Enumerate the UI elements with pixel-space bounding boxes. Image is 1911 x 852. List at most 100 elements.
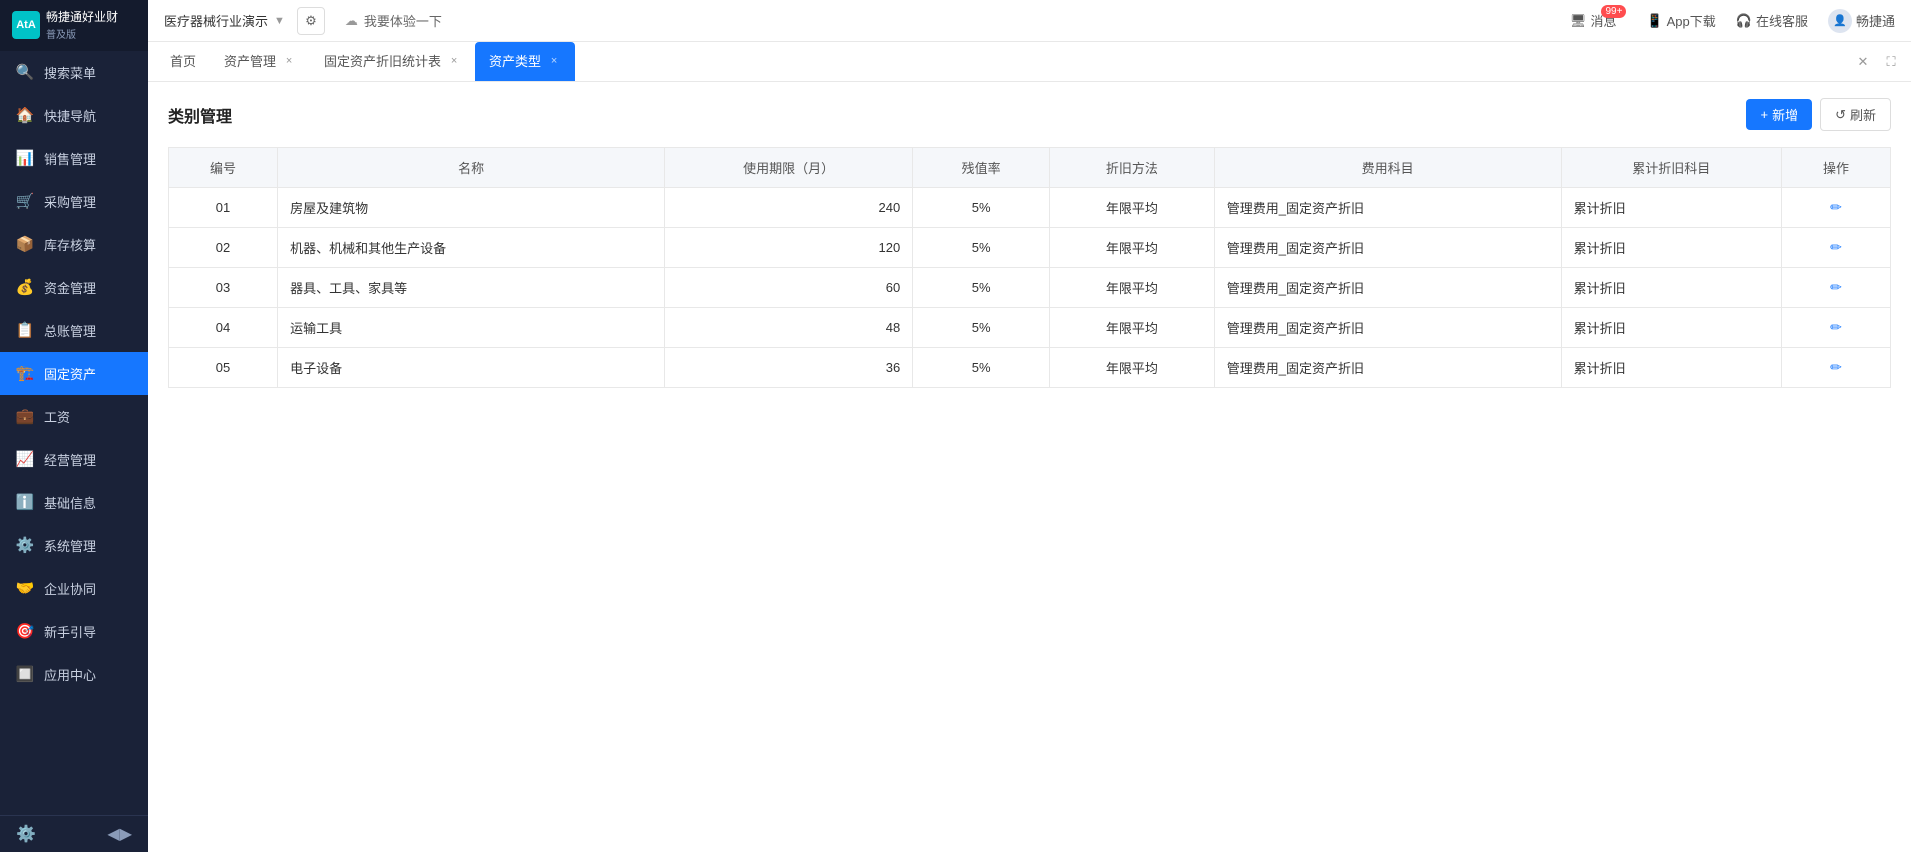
cell-expense: 管理费用_固定资产折旧 (1214, 268, 1561, 308)
sidebar-item-search[interactable]: 🔍 搜索菜单 (0, 51, 148, 94)
edit-icon[interactable]: ✏ (1830, 279, 1842, 295)
refresh-icon: ↺ (1835, 107, 1846, 123)
col-period: 使用期限（月） (665, 148, 913, 188)
sidebar: AtA 畅捷通好业财 普及版 🔍 搜索菜单 🏠 快捷导航 📊 销售管理 🛒 采购… (0, 0, 148, 852)
online-service-button[interactable]: 🎧 在线客服 (1736, 11, 1808, 30)
tab-home[interactable]: 首页 (156, 42, 210, 81)
table-body: 01 房屋及建筑物 240 5% 年限平均 管理费用_固定资产折旧 累计折旧 ✏… (169, 188, 1891, 388)
sidebar-item-collab[interactable]: 🤝 企业协同 (0, 567, 148, 610)
topbar-right: 🖥 消息 99+ 📱 App下载 🎧 在线客服 👤 畅捷通 (1570, 9, 1895, 33)
sidebar-item-inventory[interactable]: 📦 库存核算 (0, 223, 148, 266)
operations-icon: 📈 (16, 450, 34, 468)
cell-period: 36 (665, 348, 913, 388)
table-row: 02 机器、机械和其他生产设备 120 5% 年限平均 管理费用_固定资产折旧 … (169, 228, 1891, 268)
edit-icon[interactable]: ✏ (1830, 239, 1842, 255)
sidebar-item-sales[interactable]: 📊 销售管理 (0, 137, 148, 180)
cell-residual: 5% (913, 348, 1050, 388)
tab-depreciation-close[interactable]: × (447, 54, 461, 68)
cell-action: ✏ (1781, 268, 1890, 308)
app-name: 畅捷通好业财 (46, 10, 118, 26)
close-tab-button[interactable]: ✕ (1851, 50, 1875, 74)
sidebar-item-label: 基础信息 (44, 493, 96, 512)
cell-method: 年限平均 (1050, 268, 1215, 308)
cell-method: 年限平均 (1050, 228, 1215, 268)
sidebar-item-label: 经营管理 (44, 450, 96, 469)
cell-period: 120 (665, 228, 913, 268)
plus-icon: + (1760, 107, 1768, 122)
edit-icon[interactable]: ✏ (1830, 199, 1842, 215)
sidebar-item-app-center[interactable]: 🔲 应用中心 (0, 653, 148, 696)
tip-button[interactable]: ☁ 我要体验一下 (345, 11, 442, 30)
tab-asset-management-label: 资产管理 (224, 51, 276, 70)
sidebar-item-label: 快捷导航 (44, 106, 96, 125)
ledger-icon: 📋 (16, 321, 34, 339)
sidebar-item-fixed-assets[interactable]: 🏗️ 固定资产 (0, 352, 148, 395)
tab-asset-management-close[interactable]: × (282, 54, 296, 68)
sidebar-item-finance[interactable]: 💰 资金管理 (0, 266, 148, 309)
sidebar-item-label: 新手引导 (44, 622, 96, 641)
refresh-button[interactable]: ↺ 刷新 (1820, 98, 1891, 131)
sidebar-item-quicknav[interactable]: 🏠 快捷导航 (0, 94, 148, 137)
search-icon: 🔍 (16, 63, 34, 81)
tab-asset-type-close[interactable]: × (547, 54, 561, 68)
home-icon: 🏠 (16, 106, 34, 124)
new-button[interactable]: + 新增 (1746, 99, 1812, 130)
sidebar-item-label: 销售管理 (44, 149, 96, 168)
edit-icon[interactable]: ✏ (1830, 359, 1842, 375)
col-name: 名称 (278, 148, 665, 188)
sidebar-item-basic-info[interactable]: ℹ️ 基础信息 (0, 481, 148, 524)
edit-icon[interactable]: ✏ (1830, 319, 1842, 335)
sidebar-item-label: 库存核算 (44, 235, 96, 254)
tab-asset-type[interactable]: 资产类型 × (475, 42, 575, 81)
sidebar-logo: AtA 畅捷通好业财 普及版 (0, 0, 148, 51)
cell-accumulated: 累计折旧 (1561, 308, 1781, 348)
cell-residual: 5% (913, 308, 1050, 348)
col-accumulated: 累计折旧科目 (1561, 148, 1781, 188)
cell-expense: 管理费用_固定资产折旧 (1214, 308, 1561, 348)
cell-method: 年限平均 (1050, 188, 1215, 228)
online-service-label: 在线客服 (1756, 11, 1808, 30)
notifications-button[interactable]: 🖥 消息 99+ (1570, 11, 1617, 30)
tab-asset-type-label: 资产类型 (489, 51, 541, 70)
module-arrow-icon: ▼ (274, 15, 285, 27)
col-expense: 费用科目 (1214, 148, 1561, 188)
expand-tab-button[interactable]: ⛶ (1879, 50, 1903, 74)
app-download-label: App下载 (1667, 11, 1716, 30)
tab-asset-management[interactable]: 资产管理 × (210, 42, 310, 81)
cell-name: 器具、工具、家具等 (278, 268, 665, 308)
new-button-label: 新增 (1772, 105, 1798, 124)
sidebar-item-system[interactable]: ⚙️ 系统管理 (0, 524, 148, 567)
bell-icon: 🖥 (1570, 13, 1587, 29)
purchase-icon: 🛒 (16, 192, 34, 210)
settings-bottom-icon[interactable]: ⚙️ (16, 824, 36, 844)
basic-info-icon: ℹ️ (16, 493, 34, 511)
table-row: 05 电子设备 36 5% 年限平均 管理费用_固定资产折旧 累计折旧 ✏ (169, 348, 1891, 388)
topbar: 医疗器械行业演示 ▼ ⚙ ☁ 我要体验一下 🖥 消息 99+ 📱 App下载 🎧… (148, 0, 1911, 42)
sidebar-item-purchase[interactable]: 🛒 采购管理 (0, 180, 148, 223)
sidebar-item-ledger[interactable]: 📋 总账管理 (0, 309, 148, 352)
page-title: 类别管理 (168, 103, 232, 127)
cell-period: 48 (665, 308, 913, 348)
collapse-icon[interactable]: ◀▶ (107, 824, 132, 844)
settings-button[interactable]: ⚙ (297, 7, 325, 35)
app-download-button[interactable]: 📱 App下载 (1646, 11, 1715, 30)
sidebar-item-label: 系统管理 (44, 536, 96, 555)
cell-action: ✏ (1781, 188, 1890, 228)
sidebar-item-label: 应用中心 (44, 665, 96, 684)
page-actions: + 新增 ↺ 刷新 (1746, 98, 1891, 131)
user-profile[interactable]: 👤 畅捷通 (1828, 9, 1895, 33)
sidebar-item-guide[interactable]: 🎯 新手引导 (0, 610, 148, 653)
module-selector[interactable]: 医疗器械行业演示 ▼ (164, 11, 285, 30)
tabs-bar: 首页 资产管理 × 固定资产折旧统计表 × 资产类型 × ✕ ⛶ (148, 42, 1911, 82)
avatar-icon: 👤 (1833, 14, 1847, 27)
sidebar-item-operations[interactable]: 📈 经营管理 (0, 438, 148, 481)
cell-accumulated: 累计折旧 (1561, 188, 1781, 228)
sidebar-item-payroll[interactable]: 💼 工资 (0, 395, 148, 438)
main-area: 医疗器械行业演示 ▼ ⚙ ☁ 我要体验一下 🖥 消息 99+ 📱 App下载 🎧… (148, 0, 1911, 852)
tab-depreciation[interactable]: 固定资产折旧统计表 × (310, 42, 475, 81)
cell-name: 运输工具 (278, 308, 665, 348)
cell-action: ✏ (1781, 308, 1890, 348)
cell-code: 02 (169, 228, 278, 268)
cell-code: 04 (169, 308, 278, 348)
cell-residual: 5% (913, 188, 1050, 228)
